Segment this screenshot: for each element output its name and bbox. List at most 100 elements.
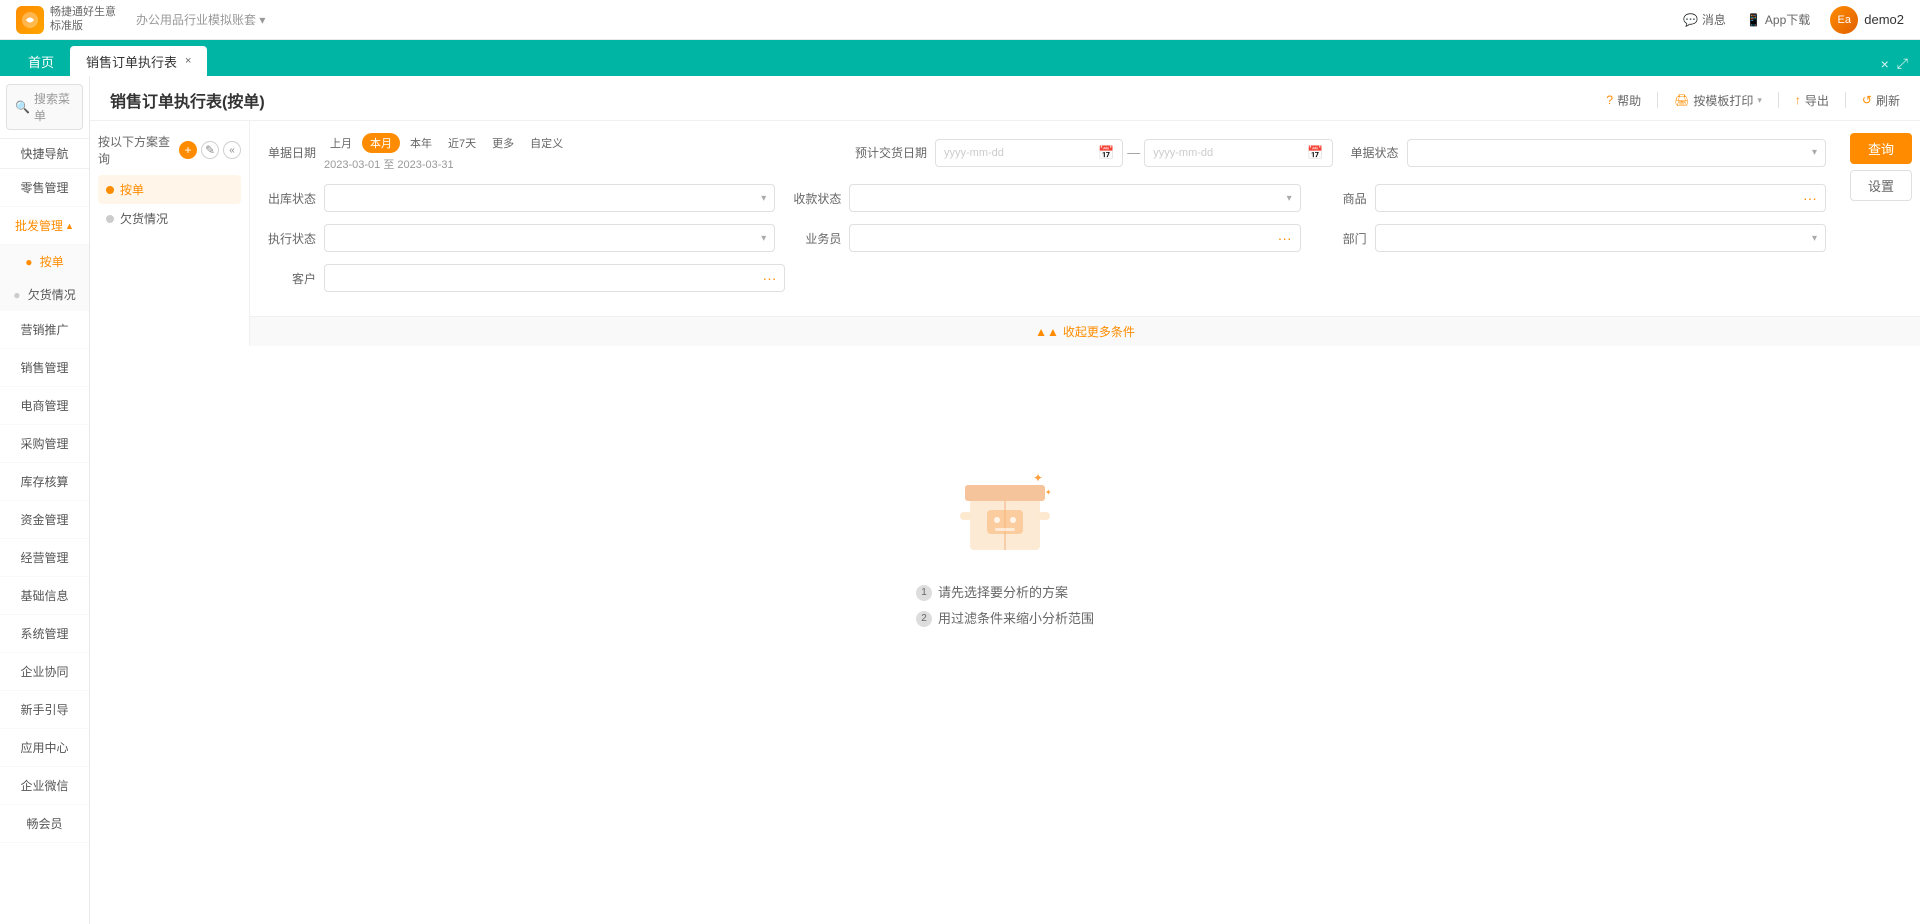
scheme-item-arrears[interactable]: 欠货情况 <box>98 204 241 233</box>
customer-label: 客户 <box>266 270 316 287</box>
scheme-item-order[interactable]: 按单 <box>98 175 241 204</box>
shipment-arrow: ▾ <box>761 193 766 204</box>
avatar: Ea <box>1830 6 1858 34</box>
nav-path[interactable]: 办公用品行业模拟账套 ▾ <box>136 11 265 28</box>
custom-btn[interactable]: 自定义 <box>524 133 569 153</box>
sidebar-item-guide[interactable]: 新手引导 <box>0 691 89 729</box>
payment-status-select[interactable]: ▾ <box>849 184 1300 212</box>
shipment-status-select[interactable]: ▾ <box>324 184 775 212</box>
refresh-icon: ↺ <box>1862 93 1872 107</box>
sidebar-item-basic[interactable]: 基础信息 <box>0 577 89 615</box>
empty-hint-2: 2 用过滤条件来缩小分析范围 <box>916 606 1094 632</box>
exec-arrow: ▾ <box>761 233 766 244</box>
product-select[interactable]: ··· <box>1375 184 1826 212</box>
customer-select[interactable]: ··· <box>324 264 785 292</box>
scheme-collapse-button[interactable]: « <box>223 141 241 159</box>
filter-field-exec-status: 执行状态 ▾ <box>266 224 775 252</box>
scheme-add-button[interactable]: + <box>179 141 197 159</box>
expected-date-to[interactable]: yyyy-mm-dd 📅 <box>1144 139 1332 167</box>
product-label: 商品 <box>1317 190 1367 207</box>
filter-field-customer: 客户 ··· <box>266 264 785 292</box>
expected-date-group: yyyy-mm-dd 📅 — yyyy-mm-dd 📅 <box>935 139 1332 167</box>
sidebar-quick-nav[interactable]: 快捷导航 <box>0 139 89 169</box>
settings-button[interactable]: 设置 <box>1850 170 1912 201</box>
print-dropdown-icon: ▾ <box>1757 95 1762 106</box>
more-btn[interactable]: 更多 <box>486 133 520 153</box>
scheme-panel-header: 按以下方案查询 + ✎ « <box>98 133 241 167</box>
query-button[interactable]: 查询 <box>1850 133 1912 164</box>
filter-field-product: 商品 ··· <box>1317 184 1826 212</box>
filter-row-1: 单据日期 上月 本月 本年 近7天 <box>266 133 1826 172</box>
collapse-bar[interactable]: ▲▲ 收起更多条件 <box>250 316 1920 346</box>
doc-status-select[interactable]: ▾ <box>1407 139 1827 167</box>
sidebar-item-finance[interactable]: 资金管理 <box>0 501 89 539</box>
sidebar-item-enterprise[interactable]: 企业协同 <box>0 653 89 691</box>
sidebar-item-system[interactable]: 系统管理 <box>0 615 89 653</box>
date-quick-buttons: 上月 本月 本年 近7天 更多 自定义 <box>324 133 569 153</box>
filter-fields: 单据日期 上月 本月 本年 近7天 <box>250 121 1842 316</box>
this-year-btn[interactable]: 本年 <box>404 133 438 153</box>
scheme-edit-button[interactable]: ✎ <box>201 141 219 159</box>
export-button[interactable]: ↑ 导出 <box>1795 92 1829 109</box>
header-left: 畅捷通好生意 标准版 办公用品行业模拟账套 ▾ <box>16 6 265 34</box>
this-month-btn[interactable]: 本月 <box>362 133 400 153</box>
sidebar-item-app-center[interactable]: 应用中心 <box>0 729 89 767</box>
sidebar: 🔍 搜索菜单 快捷导航 零售管理 批发管理 ▲ ● 按单 ● 欠货情况 营销推广… <box>0 76 90 924</box>
app-logo-icon <box>16 6 44 34</box>
last-month-btn[interactable]: 上月 <box>324 133 358 153</box>
sidebar-sub-item-arrears[interactable]: ● 欠货情况 <box>0 278 89 311</box>
export-icon: ↑ <box>1795 93 1801 107</box>
sidebar-search-button[interactable]: 🔍 搜索菜单 <box>6 84 83 130</box>
logo-area[interactable]: 畅捷通好生意 标准版 <box>16 6 116 34</box>
sidebar-item-member[interactable]: 畅会员 <box>0 805 89 843</box>
tab-restore-button[interactable]: ⤢ <box>1897 55 1908 72</box>
dept-select[interactable]: ▾ <box>1375 224 1826 252</box>
salesperson-label: 业务员 <box>791 230 841 247</box>
user-avatar-area[interactable]: Ea demo2 <box>1830 6 1904 34</box>
exec-status-select[interactable]: ▾ <box>324 224 775 252</box>
sidebar-item-marketing[interactable]: 营销推广 <box>0 311 89 349</box>
svg-text:✦: ✦ <box>1045 488 1052 497</box>
dept-label: 部门 <box>1317 230 1367 247</box>
tab-close-all-button[interactable]: × <box>1881 56 1889 72</box>
sidebar-item-inventory[interactable]: 库存核算 <box>0 463 89 501</box>
filter-row-3: 执行状态 ▾ 业务员 <box>266 224 1826 252</box>
filter-field-payment: 收款状态 ▾ <box>791 184 1300 212</box>
logo-text: 畅捷通好生意 标准版 <box>50 6 116 32</box>
sidebar-sub-item-order[interactable]: ● 按单 <box>0 245 89 278</box>
message-button[interactable]: 💬 消息 <box>1683 11 1726 28</box>
sidebar-item-wholesale[interactable]: 批发管理 ▲ <box>0 207 89 245</box>
expected-date-label: 预计交货日期 <box>855 144 927 161</box>
filter-container: 按以下方案查询 + ✎ « 按单 欠货情况 <box>90 121 1920 346</box>
sidebar-item-purchase[interactable]: 采购管理 <box>0 425 89 463</box>
sidebar-item-sales-mgmt[interactable]: 销售管理 <box>0 349 89 387</box>
refresh-button[interactable]: ↺ 刷新 <box>1862 92 1900 109</box>
help-button[interactable]: ? 帮助 <box>1606 92 1641 109</box>
top-header: 畅捷通好生意 标准版 办公用品行业模拟账套 ▾ 💬 消息 📱 App下载 Ea … <box>0 0 1920 40</box>
salesperson-more-icon: ··· <box>1278 230 1292 246</box>
message-icon: 💬 <box>1683 13 1698 27</box>
scheme-active-dot <box>106 186 114 194</box>
sidebar-item-wechat[interactable]: 企业微信 <box>0 767 89 805</box>
filter-field-doc-status: 单据状态 ▾ <box>1349 139 1827 167</box>
last-7-btn[interactable]: 近7天 <box>442 133 482 153</box>
page-header: 销售订单执行表(按单) ? 帮助 🖨 按模板打印 ▾ ↑ <box>90 76 1920 121</box>
tab-close-button[interactable]: × <box>185 55 191 67</box>
divider-2 <box>1778 92 1779 108</box>
page-title: 销售订单执行表(按单) <box>110 88 265 112</box>
salesperson-select[interactable]: ··· <box>849 224 1300 252</box>
filter-row-4: 客户 ··· <box>266 264 1826 292</box>
empty-illustration: ✦ ✦ <box>945 460 1065 560</box>
sidebar-item-operations[interactable]: 经营管理 <box>0 539 89 577</box>
filter-field-shipment: 出库状态 ▾ <box>266 184 775 212</box>
scheme-panel: 按以下方案查询 + ✎ « 按单 欠货情况 <box>90 121 250 346</box>
sidebar-search-area: 🔍 搜索菜单 <box>0 76 89 139</box>
sidebar-item-ecommerce[interactable]: 电商管理 <box>0 387 89 425</box>
empty-hints: 1 请先选择要分析的方案 2 用过滤条件来缩小分析范围 <box>916 580 1094 632</box>
expected-date-from[interactable]: yyyy-mm-dd 📅 <box>935 139 1123 167</box>
app-download-button[interactable]: 📱 App下载 <box>1746 11 1810 28</box>
tab-sales-order[interactable]: 销售订单执行表 × <box>70 46 207 76</box>
print-button[interactable]: 🖨 按模板打印 ▾ <box>1674 92 1762 109</box>
tab-home[interactable]: 首页 <box>12 46 70 76</box>
sidebar-item-retail[interactable]: 零售管理 <box>0 169 89 207</box>
